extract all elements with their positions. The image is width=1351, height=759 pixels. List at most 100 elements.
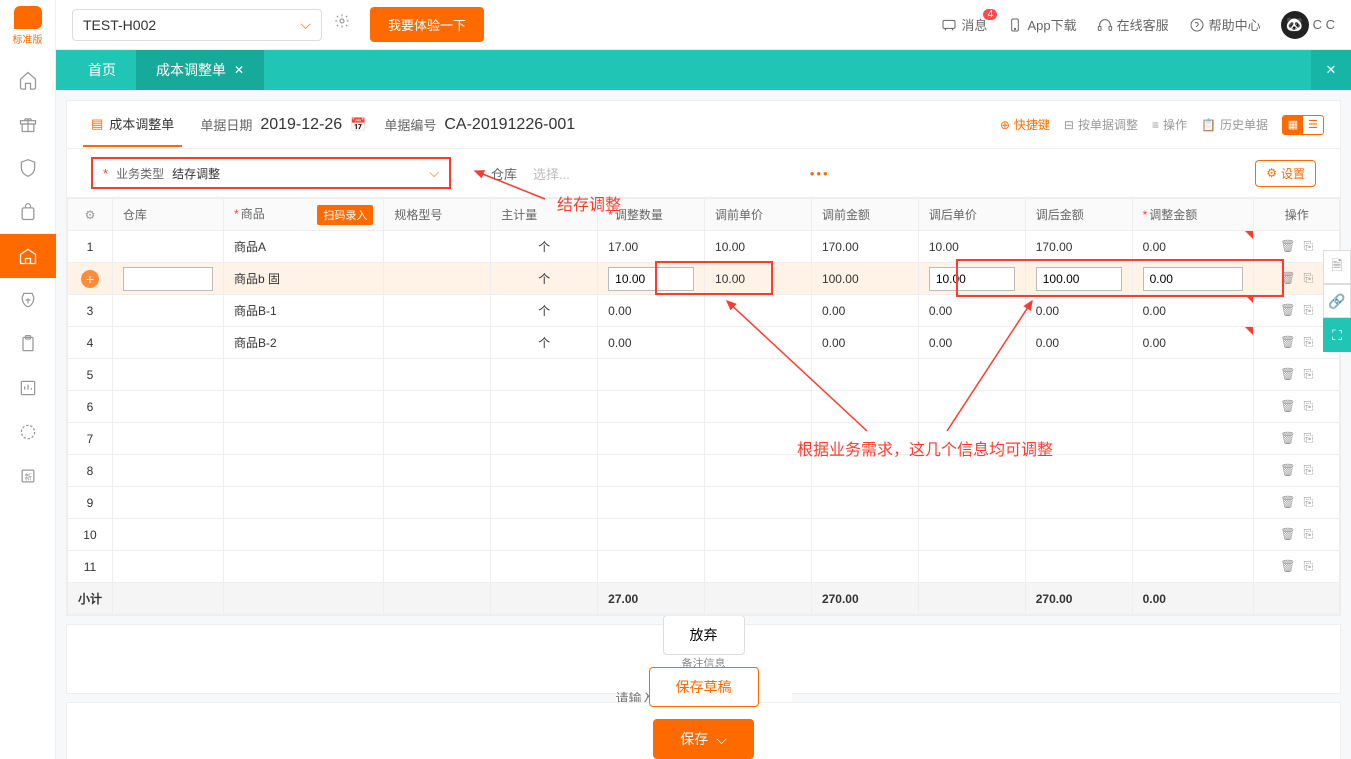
adjust-by-doc-link[interactable]: ⊟ 按单据调整 — [1064, 116, 1138, 133]
rail-expand-icon[interactable]: ⛶ — [1323, 318, 1351, 352]
post-amount-input[interactable] — [1036, 267, 1122, 291]
business-type-select[interactable]: * 业务类型 结存调整 ⌵ — [91, 157, 451, 189]
table-row[interactable]: 10🗑⎘ — [68, 519, 1340, 551]
cell-product[interactable] — [224, 487, 384, 519]
cell-product[interactable] — [224, 359, 384, 391]
copy-row-icon[interactable]: ⎘ — [1304, 495, 1314, 510]
settings-button[interactable]: ⚙ 设置 — [1255, 160, 1316, 187]
view-card-icon[interactable]: ▦ — [1283, 116, 1303, 134]
col-product: *商品扫码录入 — [224, 199, 384, 231]
copy-row-icon[interactable]: ⎘ — [1304, 559, 1314, 574]
delete-row-icon[interactable]: 🗑 — [1280, 559, 1295, 574]
nav-warehouse-icon[interactable] — [0, 234, 56, 278]
view-list-icon[interactable]: ☰ — [1303, 116, 1323, 134]
table-row[interactable]: 9🗑⎘ — [68, 487, 1340, 519]
table-row[interactable]: +商品b 固个10.00100.00🗑⎘ — [68, 263, 1340, 295]
gear-icon[interactable]: ⚙ — [85, 208, 96, 222]
cell-product[interactable]: 商品B-2 — [224, 327, 384, 359]
table-row[interactable]: 5🗑⎘ — [68, 359, 1340, 391]
tab-home[interactable]: 首页 — [68, 50, 136, 90]
delete-row-icon[interactable]: 🗑 — [1280, 431, 1295, 446]
scan-button[interactable]: 扫码录入 — [317, 205, 373, 225]
delete-row-icon[interactable]: 🗑 — [1280, 399, 1295, 414]
table-row[interactable]: 1商品A个17.0010.00170.0010.00170.000.00🗑⎘ — [68, 231, 1340, 263]
delete-row-icon[interactable]: 🗑 — [1280, 239, 1295, 254]
nav-report-icon[interactable] — [0, 366, 56, 410]
save-draft-button[interactable]: 保存草稿 — [649, 667, 759, 707]
copy-row-icon[interactable]: ⎘ — [1304, 527, 1314, 542]
ops-link[interactable]: ≡ 操作 — [1152, 116, 1187, 133]
doc-date[interactable]: 2019-12-26 — [260, 116, 342, 134]
table-row[interactable]: 3商品B-1个0.000.000.000.000.00🗑⎘ — [68, 295, 1340, 327]
delete-row-icon[interactable]: 🗑 — [1280, 303, 1295, 318]
nav-clipboard-icon[interactable] — [0, 322, 56, 366]
nav-new-icon[interactable]: 新 — [0, 454, 56, 498]
history-link[interactable]: 📋 历史单据 — [1201, 116, 1268, 133]
table-row[interactable]: 4商品B-2个0.000.000.000.000.00🗑⎘ — [68, 327, 1340, 359]
nav-home-icon[interactable] — [0, 58, 56, 102]
service-link[interactable]: 在线客服 — [1097, 15, 1169, 34]
nav-shield-icon[interactable] — [0, 146, 56, 190]
qty-input[interactable] — [608, 267, 694, 291]
cell-product[interactable] — [224, 551, 384, 583]
copy-row-icon[interactable]: ⎘ — [1304, 431, 1314, 446]
org-name: TEST-H002 — [83, 17, 156, 33]
copy-row-icon[interactable]: ⎘ — [1304, 271, 1314, 286]
cell-product[interactable] — [224, 519, 384, 551]
shortcut-link[interactable]: ⊕ 快捷键 — [1000, 116, 1050, 133]
left-sidebar: 标准版 新 — [0, 0, 56, 759]
rail-note-icon[interactable]: 🗎 — [1323, 250, 1351, 284]
table-row[interactable]: 7🗑⎘ — [68, 423, 1340, 455]
col-warehouse: 仓库 — [112, 199, 223, 231]
adj-amount-input[interactable] — [1143, 267, 1244, 291]
org-select[interactable]: TEST-H002 ⌵ — [72, 9, 322, 41]
copy-row-icon[interactable]: ⎘ — [1304, 399, 1314, 414]
cell-product[interactable]: 商品B-1 — [224, 295, 384, 327]
delete-row-icon[interactable]: 🗑 — [1280, 335, 1295, 350]
help-link[interactable]: 帮助中心 — [1189, 15, 1261, 34]
delete-row-icon[interactable]: 🗑 — [1280, 271, 1295, 286]
tab-close-icon[interactable]: ✕ — [234, 63, 244, 77]
nav-bag-icon[interactable] — [0, 190, 56, 234]
view-toggle[interactable]: ▦ ☰ — [1282, 115, 1324, 135]
nav-money-icon[interactable] — [0, 278, 56, 322]
warehouse-select[interactable]: 仓库 选择... — [491, 164, 570, 183]
post-price-input[interactable] — [929, 267, 1015, 291]
save-button[interactable]: 保存⌵ — [653, 719, 754, 759]
nav-refresh-icon[interactable] — [0, 410, 56, 454]
message-link[interactable]: 消息 4 — [941, 15, 987, 34]
delete-row-icon[interactable]: 🗑 — [1280, 495, 1295, 510]
delete-row-icon[interactable]: 🗑 — [1280, 527, 1295, 542]
table-row[interactable]: 8🗑⎘ — [68, 455, 1340, 487]
table-row[interactable]: 6🗑⎘ — [68, 391, 1340, 423]
app-download-link[interactable]: App下载 — [1007, 15, 1076, 34]
close-all-tabs[interactable]: ✕ — [1311, 50, 1351, 90]
logo-icon — [14, 6, 42, 29]
copy-row-icon[interactable]: ⎘ — [1304, 335, 1314, 350]
cell-product[interactable]: 商品A — [224, 231, 384, 263]
add-row-icon[interactable]: + — [81, 270, 99, 288]
delete-row-icon[interactable]: 🗑 — [1280, 463, 1295, 478]
calendar-icon[interactable]: 📅 — [350, 117, 366, 133]
more-icon[interactable]: ••• — [810, 166, 830, 181]
cell-product[interactable] — [224, 423, 384, 455]
copy-row-icon[interactable]: ⎘ — [1304, 239, 1314, 254]
col-spec: 规格型号 — [384, 199, 491, 231]
cell-product[interactable] — [224, 391, 384, 423]
cell-product[interactable] — [224, 455, 384, 487]
settings-icon[interactable] — [334, 13, 358, 37]
wh-input[interactable] — [123, 267, 213, 291]
cell-product[interactable]: 商品b 固 — [224, 263, 384, 295]
copy-row-icon[interactable]: ⎘ — [1304, 463, 1314, 478]
table-row[interactable]: 11🗑⎘ — [68, 551, 1340, 583]
rail-link-icon[interactable]: 🔗 — [1323, 284, 1351, 318]
tab-cost-adjust[interactable]: 成本调整单 ✕ — [136, 50, 264, 90]
cancel-button[interactable]: 放弃 — [663, 615, 745, 655]
copy-row-icon[interactable]: ⎘ — [1304, 303, 1314, 318]
svg-text:新: 新 — [24, 471, 32, 481]
copy-row-icon[interactable]: ⎘ — [1304, 367, 1314, 382]
user-menu[interactable]: 🐼 C C — [1281, 11, 1335, 39]
nav-gift-icon[interactable] — [0, 102, 56, 146]
delete-row-icon[interactable]: 🗑 — [1280, 367, 1295, 382]
trial-button[interactable]: 我要体验一下 — [370, 7, 484, 42]
